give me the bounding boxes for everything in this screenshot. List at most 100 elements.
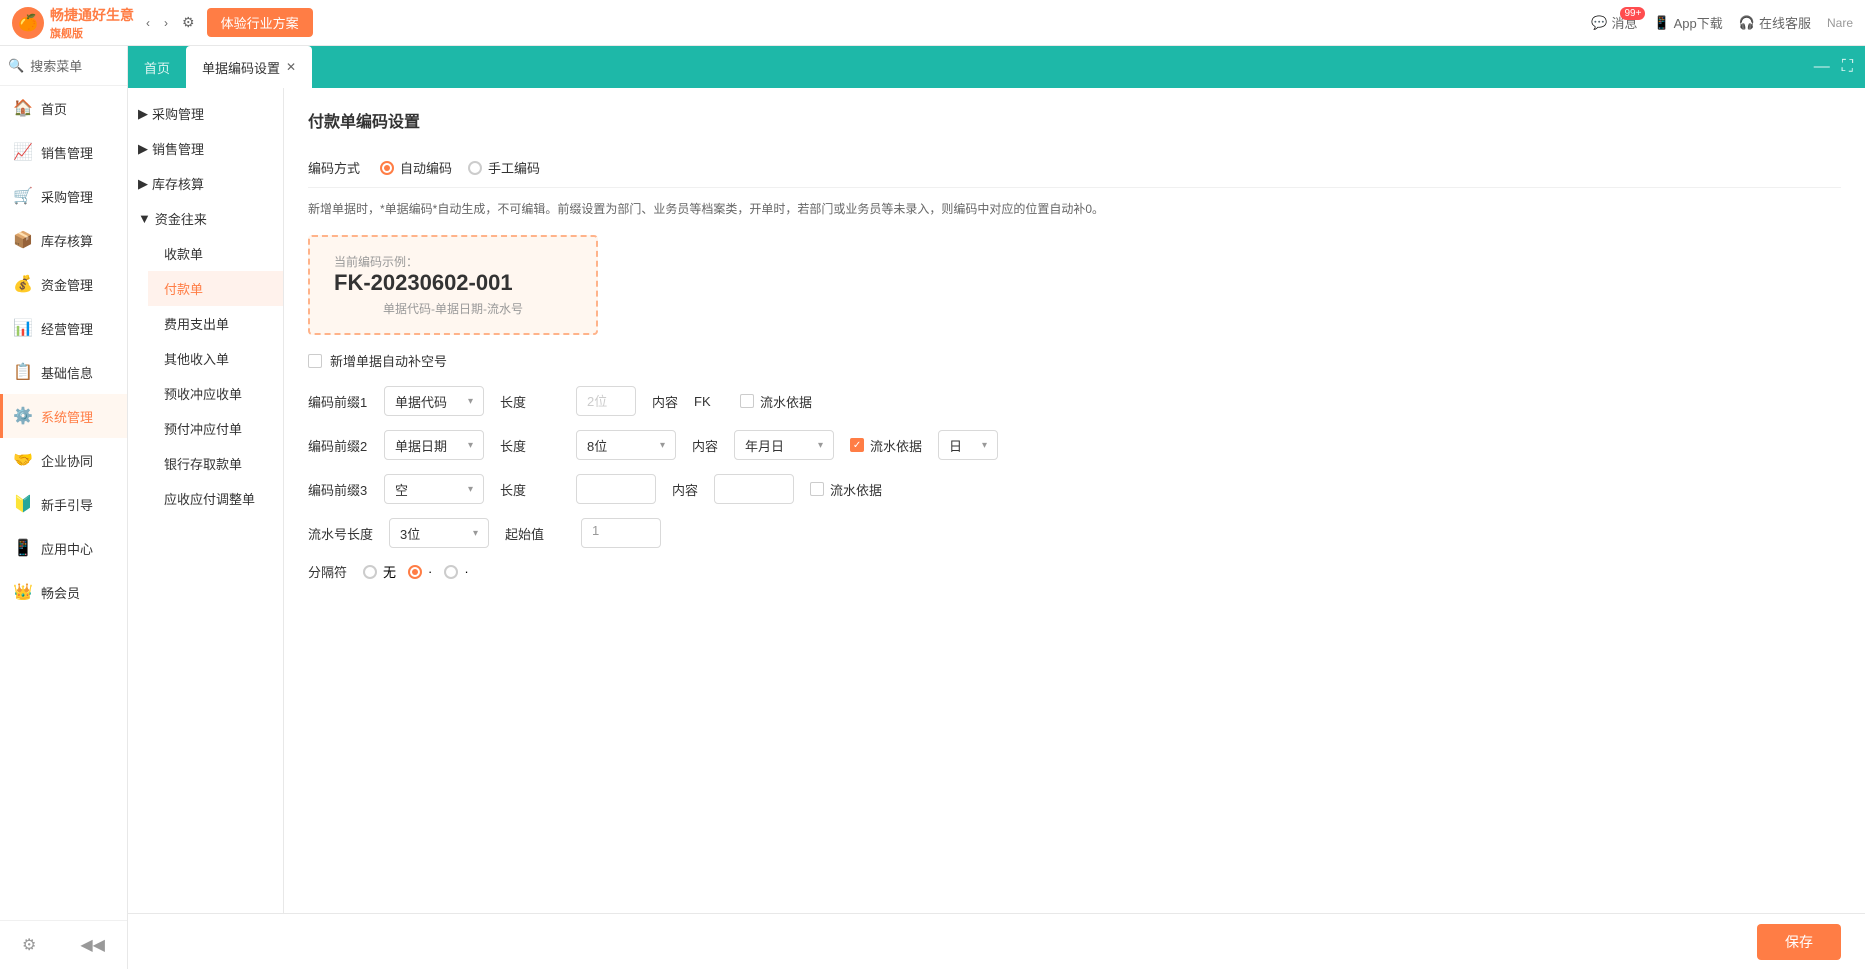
coding-method-row: 编码方式 自动编码 手工编码 [308,148,1841,188]
app-icon: 📱 [1653,15,1669,31]
manual-code-radio[interactable]: 手工编码 [468,158,540,177]
prefix2-content-arrow-icon: ▾ [818,440,823,451]
sidebar-item-purchase[interactable]: 🛒 采购管理 [0,174,127,218]
prefix3-arrow-icon: ▾ [468,484,473,495]
sidebar-item-finance[interactable]: 💰 资金管理 [0,262,127,306]
prefix2-liushui-checkbox[interactable]: ✓ [850,438,864,452]
sidebar-item-label: 销售管理 [41,143,93,162]
tab-home[interactable]: 首页 [128,46,186,88]
settings-icon[interactable]: ⚙ [178,10,199,35]
inventory-icon: 📦 [13,230,33,250]
prefix1-select[interactable]: 单据代码 ▾ [384,386,484,416]
prefix2-content-value: 年月日 [745,436,784,455]
sidebar-item-enterprise[interactable]: 🤝 企业协同 [0,438,127,482]
start-value-input[interactable]: 1 [581,518,661,548]
brand-sub: 旗舰版 [50,25,134,41]
prefix2-select[interactable]: 单据日期 ▾ [384,430,484,460]
serial-length-value: 3位 [400,524,420,543]
sidebar-item-basic[interactable]: 📋 基础信息 [0,350,127,394]
service-icon: 🎧 [1739,15,1755,31]
sidebar-item-system[interactable]: ⚙️ 系统管理 [0,394,127,438]
sidebar-item-label: 首页 [41,99,67,118]
topbar-right: 💬 消息 99+ 📱 App下载 🎧 在线客服 Nare [1591,13,1853,32]
trial-button[interactable]: 体验行业方案 [207,8,313,37]
prefix2-length-value: 8位 [587,436,607,455]
sidebar-item-inventory[interactable]: 📦 库存核算 [0,218,127,262]
prefix2-content-select[interactable]: 年月日 ▾ [734,430,834,460]
sec-item-receipt[interactable]: 收款单 [148,236,283,271]
member-icon: 👑 [13,582,33,602]
brand-icon: 🍊 [12,7,44,39]
prefix1-liushui-checkbox[interactable] [740,394,754,408]
serial-length-select[interactable]: 3位 ▾ [389,518,489,548]
sec-item-advance-payment[interactable]: 预付冲应付单 [148,411,283,446]
message-icon: 💬 [1591,15,1607,31]
sec-item-advance-receipt[interactable]: 预收冲应收单 [148,376,283,411]
sidebar-item-guide[interactable]: 🔰 新手引导 [0,482,127,526]
sep-radio-dash[interactable]: · [444,564,468,579]
nav-next-icon[interactable]: › [160,12,172,34]
sec-item-ar-ap-adjust[interactable]: 应收应付调整单 [148,481,283,516]
prefix2-liushui-row: ✓ 流水依据 [850,436,922,455]
sidebar-item-label: 基础信息 [41,363,93,382]
prefix3-length-input[interactable] [576,474,656,504]
settings-bottom-icon[interactable]: ⚙ [16,929,42,961]
auto-code-radio[interactable]: 自动编码 [380,158,452,177]
nav-prev-icon[interactable]: ‹ [142,12,154,34]
content-wrapper: ▶ 采购管理 ▶ 销售管理 ▶ 库存核算 ▼ 资金往来 收款单 付款单 [128,88,1865,913]
prefix1-label: 编码前缀1 [308,392,368,411]
tab-code-settings[interactable]: 单据编码设置 ✕ [186,46,312,88]
prefix3-select[interactable]: 空 ▾ [384,474,484,504]
separator-radio-group: 无 · · [363,562,469,581]
prefix3-liushui-checkbox[interactable] [810,482,824,496]
auto-fill-checkbox[interactable] [308,354,322,368]
enterprise-icon: 🤝 [13,450,33,470]
collapse-icon[interactable]: ◀◀ [74,929,111,961]
prefix2-length-select[interactable]: 8位 ▾ [576,430,676,460]
search-menu[interactable]: 🔍 搜索菜单 [0,46,127,86]
sec-item-other-income[interactable]: 其他收入单 [148,341,283,376]
sidebar-item-home[interactable]: 🏠 首页 [0,86,127,130]
brand: 🍊 畅捷通好生意 旗舰版 [12,5,134,41]
sec-item-bank-transfer[interactable]: 银行存取款单 [148,446,283,481]
prefix3-label: 编码前缀3 [308,480,368,499]
prefix3-content-input[interactable] [714,474,794,504]
operations-icon: 📊 [13,318,33,338]
app-download-button[interactable]: 📱 App下载 [1653,13,1722,32]
sec-group-purchase[interactable]: ▶ 采购管理 [128,96,283,131]
sep-radio-dot[interactable]: · [408,564,432,579]
tabbar-fullscreen-icon[interactable]: ⛶ [1838,54,1857,80]
messages-button[interactable]: 💬 消息 99+ [1591,13,1637,32]
coding-label: 编码方式 [308,158,360,177]
sidebar-item-app[interactable]: 📱 应用中心 [0,526,127,570]
sidebar-item-operations[interactable]: 📊 经营管理 [0,306,127,350]
system-icon: ⚙️ [13,406,33,426]
sidebar-item-sales[interactable]: 📈 销售管理 [0,130,127,174]
save-button[interactable]: 保存 [1757,924,1841,960]
form-row-2: 编码前缀2 单据日期 ▾ 长度 8位 ▾ 内容 年月日 [308,430,1841,460]
auto-fill-label: 新增单据自动补空号 [330,351,447,370]
sec-group-sales[interactable]: ▶ 销售管理 [128,131,283,166]
tab-close-icon[interactable]: ✕ [286,60,296,74]
sep-radio-none[interactable]: 无 [363,562,396,581]
sec-item-payment[interactable]: 付款单 [148,271,283,306]
form-row-3: 编码前缀3 空 ▾ 长度 内容 流水依据 [308,474,1841,504]
prefix1-content-label: 内容 [652,392,678,411]
sidebar-item-member[interactable]: 👑 畅会员 [0,570,127,614]
tabbar-right: — ⛶ [1810,54,1865,80]
tabbar-minus-icon[interactable]: — [1810,54,1834,80]
sidebar-bottom: ⚙ ◀◀ [0,920,127,969]
sidebar-item-label: 应用中心 [41,539,93,558]
prefix2-extra-select[interactable]: 日 ▾ [938,430,998,460]
sep-dot-circle [408,565,422,579]
guide-icon: 🔰 [13,494,33,514]
sec-item-expense[interactable]: 费用支出单 [148,306,283,341]
topbar: 🍊 畅捷通好生意 旗舰版 ‹ › ⚙ 体验行业方案 💬 消息 99+ 📱 App… [0,0,1865,46]
chevron-right-icon: ▶ [138,141,148,157]
online-service-button[interactable]: 🎧 在线客服 [1739,13,1811,32]
sec-group-capital[interactable]: ▼ 资金往来 [128,201,283,236]
auto-fill-row: 新增单据自动补空号 [308,351,1841,370]
prefix1-length-input[interactable]: 2位 [576,386,636,416]
sec-group-inventory[interactable]: ▶ 库存核算 [128,166,283,201]
finance-icon: 💰 [13,274,33,294]
